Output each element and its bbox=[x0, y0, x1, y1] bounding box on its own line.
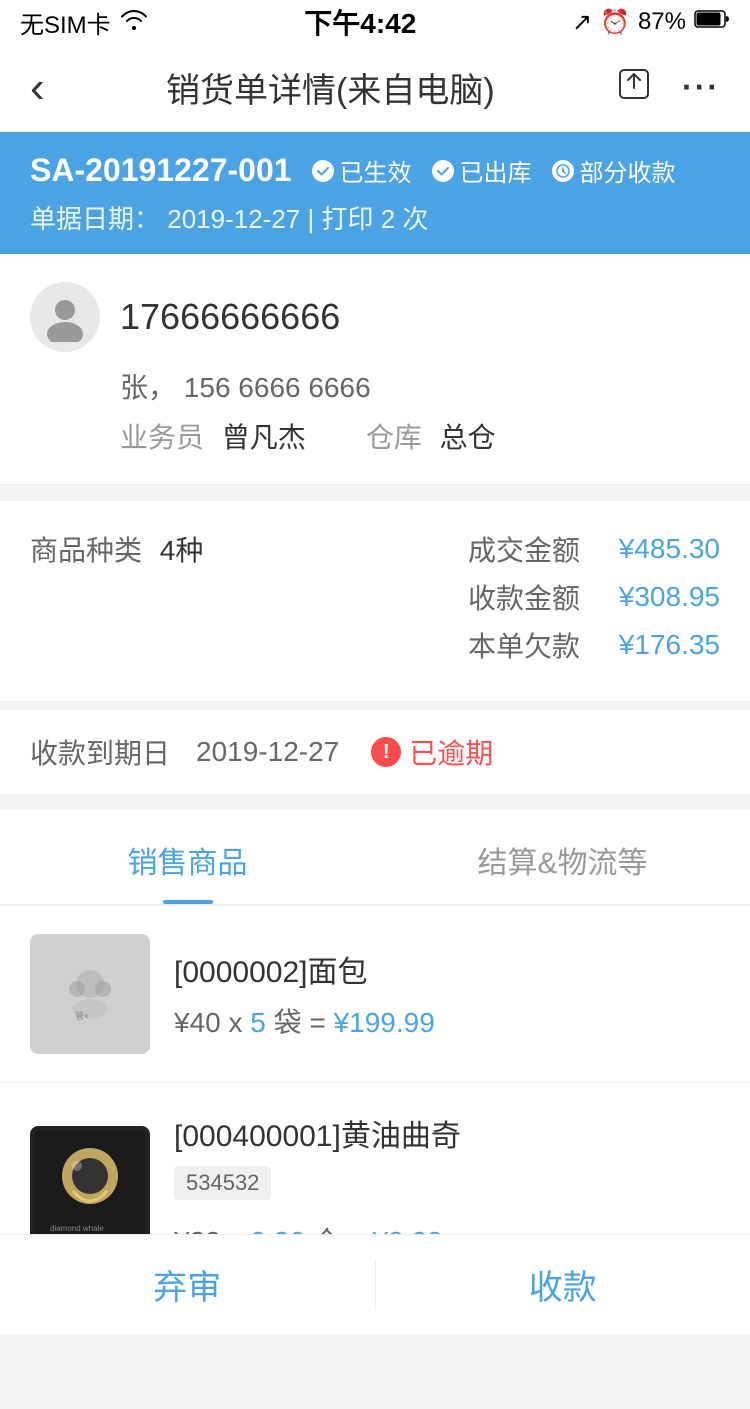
product-types-label: 商品种类 bbox=[30, 535, 142, 566]
debt-value: ¥176.35 bbox=[600, 629, 720, 661]
product-sku-2: 534532 bbox=[174, 1166, 271, 1200]
svg-text:diamond whale: diamond whale bbox=[50, 1224, 104, 1233]
status-bar: 无SIM卡 下午4:42 ↗ ⏰ 87% bbox=[0, 0, 750, 44]
print-count: 2 bbox=[381, 204, 395, 234]
debt-row: 本单欠款 ¥176.35 bbox=[468, 625, 720, 665]
stats-section: 商品种类 4种 成交金额 ¥485.30 收款金额 ¥308.95 本单欠款 ¥… bbox=[0, 501, 750, 702]
product-item: 管+ [0000002]面包 ¥40 x 5 袋 = ¥199.99 bbox=[0, 906, 750, 1083]
avatar bbox=[30, 282, 100, 352]
warehouse-label: 仓库 bbox=[366, 422, 422, 453]
page-title: 销货单详情(来自电脑) bbox=[166, 63, 495, 112]
status-text-2: 已出库 bbox=[460, 153, 532, 188]
customer-section: 17666666666 张， 156 6666 6666 业务员 曾凡杰 仓库 … bbox=[0, 254, 750, 485]
nav-bar: ‹ 销货单详情(来自电脑) ··· bbox=[0, 44, 750, 132]
product-name-2: [000400001]黄油曲奇 bbox=[174, 1111, 720, 1155]
warehouse-info: 仓库 总仓 bbox=[366, 416, 496, 456]
product-image-2: diamond whale bbox=[30, 1126, 150, 1246]
order-date-row: 单据日期： 2019-12-27 | 打印 2 次 bbox=[30, 199, 720, 236]
product-types: 商品种类 4种 bbox=[30, 529, 203, 569]
alarm-icon: ⏰ bbox=[600, 8, 630, 37]
customer-phone: 156 6666 6666 bbox=[184, 372, 371, 403]
order-id: SA-20191227-001 bbox=[30, 152, 292, 189]
customer-meta: 业务员 曾凡杰 仓库 总仓 bbox=[30, 416, 720, 456]
battery-text: 87% bbox=[638, 8, 686, 36]
deal-amount-label: 成交金额 bbox=[468, 529, 580, 569]
status-left: 无SIM卡 bbox=[20, 5, 149, 40]
more-icon[interactable]: ··· bbox=[682, 69, 720, 106]
salesperson-info: 业务员 曾凡杰 bbox=[120, 416, 306, 456]
collect-payment-button[interactable]: 收款 bbox=[376, 1240, 750, 1329]
due-date-value: 2019-12-27 bbox=[196, 736, 339, 768]
clock-icon bbox=[552, 160, 574, 182]
receipt-amount-value: ¥308.95 bbox=[600, 581, 720, 613]
overdue-icon: ! bbox=[371, 737, 401, 767]
status-text-1: 已生效 bbox=[340, 153, 412, 188]
deal-amount-row: 成交金额 ¥485.30 bbox=[468, 529, 720, 569]
customer-name-phone: 张， 156 6666 6666 bbox=[30, 366, 720, 406]
check-icon-2 bbox=[432, 160, 454, 182]
overdue-text: 已逾期 bbox=[409, 732, 493, 772]
share-icon[interactable] bbox=[616, 66, 652, 110]
receipt-amount-label: 收款金额 bbox=[468, 577, 580, 617]
tab-settlement-logistics[interactable]: 结算&物流等 bbox=[375, 810, 750, 904]
back-button[interactable]: ‹ bbox=[30, 63, 45, 113]
status-badge-3: 部分收款 bbox=[552, 153, 676, 188]
tab-sales-products[interactable]: 销售商品 bbox=[0, 810, 375, 904]
status-badge-2: 已出库 bbox=[432, 153, 532, 188]
customer-username: 17666666666 bbox=[120, 296, 340, 338]
status-badge-1: 已生效 bbox=[312, 153, 412, 188]
product-name-1: [0000002]面包 bbox=[174, 947, 720, 991]
receipt-amount-row: 收款金额 ¥308.95 bbox=[468, 577, 720, 617]
print-label: 打印 bbox=[321, 204, 373, 234]
product-image-1: 管+ bbox=[30, 934, 150, 1054]
nav-actions: ··· bbox=[616, 66, 720, 110]
due-date-section: 收款到期日 2019-12-27 ! 已逾期 bbox=[0, 702, 750, 794]
tabs-row: 销售商品 结算&物流等 bbox=[0, 810, 750, 905]
status-right: ↗ ⏰ 87% bbox=[572, 8, 730, 37]
overdue-badge: ! 已逾期 bbox=[371, 732, 493, 772]
product-price-1: ¥40 x 5 袋 = ¥199.99 bbox=[174, 1001, 720, 1041]
abandon-review-button[interactable]: 弃审 bbox=[0, 1240, 375, 1329]
deal-amount-value: ¥485.30 bbox=[600, 533, 720, 565]
battery-icon bbox=[694, 8, 730, 36]
customer-name: 张， bbox=[120, 372, 176, 403]
status-text-3: 部分收款 bbox=[580, 153, 676, 188]
location-icon: ↗ bbox=[572, 8, 592, 37]
warehouse-value: 总仓 bbox=[440, 422, 496, 453]
svg-text:管+: 管+ bbox=[75, 1010, 89, 1021]
order-banner: SA-20191227-001 已生效 已出库 部分收款 单据日期： 2019-… bbox=[0, 132, 750, 254]
order-date: 2019-12-27 bbox=[167, 204, 300, 234]
product-types-value: 4种 bbox=[160, 535, 204, 566]
product-details-1: [0000002]面包 ¥40 x 5 袋 = ¥199.99 bbox=[174, 947, 720, 1041]
wifi-icon bbox=[119, 8, 149, 37]
products-section: 管+ [0000002]面包 ¥40 x 5 袋 = ¥199.99 bbox=[0, 906, 750, 1289]
check-icon-1 bbox=[312, 160, 334, 182]
bottom-bar: 弃审 收款 bbox=[0, 1234, 750, 1334]
date-label: 单据日期： bbox=[30, 204, 160, 234]
status-time: 下午4:42 bbox=[304, 2, 416, 42]
product-qty-1: 5 bbox=[250, 1007, 266, 1038]
salesperson-label: 业务员 bbox=[120, 422, 204, 453]
tabs-section: 销售商品 结算&物流等 bbox=[0, 810, 750, 906]
carrier-text: 无SIM卡 bbox=[20, 5, 111, 40]
amounts: 成交金额 ¥485.30 收款金额 ¥308.95 本单欠款 ¥176.35 bbox=[468, 529, 720, 673]
salesperson-value: 曾凡杰 bbox=[222, 422, 306, 453]
print-suffix: 次 bbox=[402, 204, 428, 234]
due-date-label: 收款到期日 bbox=[30, 732, 170, 772]
debt-label: 本单欠款 bbox=[468, 625, 580, 665]
product-total-1: ¥199.99 bbox=[334, 1007, 435, 1038]
